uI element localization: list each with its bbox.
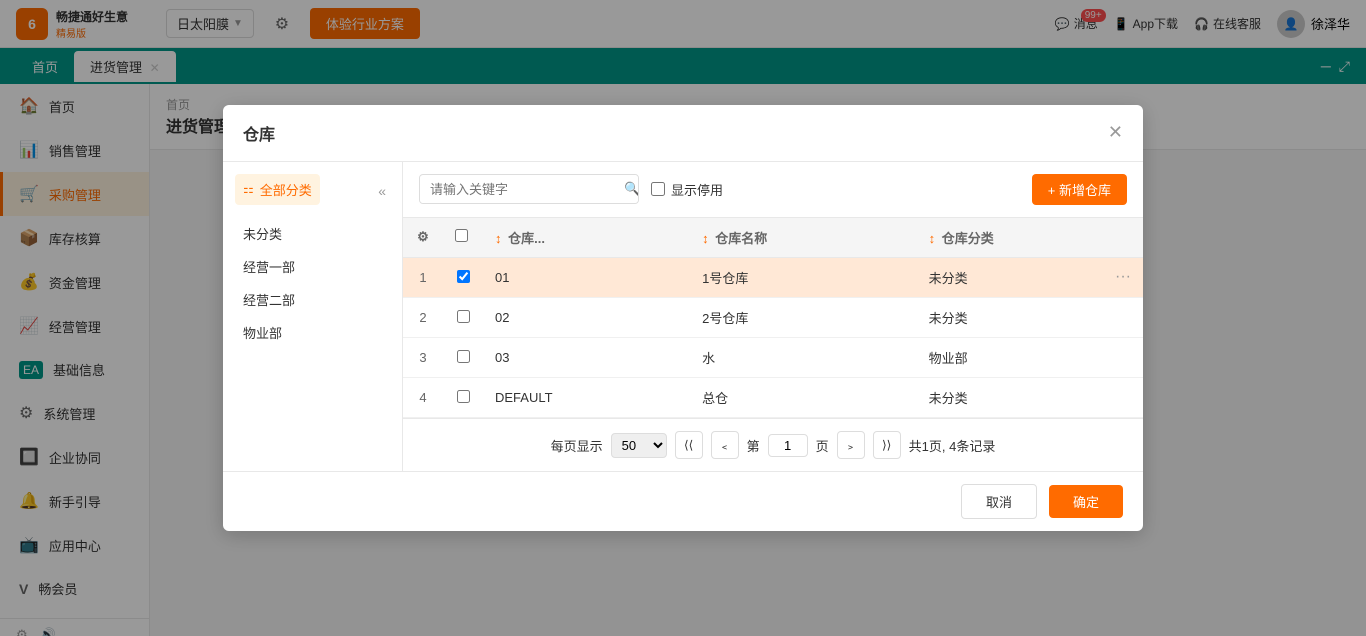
modal-footer: 取消 确定 bbox=[223, 471, 1143, 531]
show-disabled-checkbox[interactable] bbox=[651, 182, 665, 196]
row-checkbox-cell bbox=[443, 378, 483, 418]
row-checkbox-cell bbox=[443, 338, 483, 378]
per-page-select[interactable]: 50 20 100 bbox=[611, 433, 667, 458]
row-number: 3 bbox=[403, 338, 443, 378]
modal-category-sidebar: ⚏ 全部分类 « 未分类 经营一部 经营二部 物业部 bbox=[223, 162, 403, 472]
row-code: DEFAULT bbox=[483, 378, 690, 418]
row-more-button[interactable]: ··· bbox=[1115, 268, 1131, 286]
next-page-button[interactable]: ﹥ bbox=[837, 431, 865, 459]
modal-close-button[interactable]: ✕ bbox=[1108, 122, 1123, 143]
page-unit-label: 页 bbox=[816, 436, 829, 455]
table-row[interactable]: 4 DEFAULT 总仓 未分类 bbox=[403, 378, 1143, 418]
row-category: 未分类 bbox=[917, 378, 1143, 418]
page-label: 第 bbox=[747, 436, 760, 455]
collapse-sidebar-button[interactable]: « bbox=[374, 179, 390, 203]
modal-toolbar: 🔍 显示停用 + 新增仓库 bbox=[403, 162, 1143, 218]
category-item-ops1[interactable]: 经营一部 bbox=[235, 250, 390, 283]
table-settings-icon[interactable]: ⚙ bbox=[417, 229, 429, 244]
modal-main-content: 🔍 显示停用 + 新增仓库 bbox=[403, 162, 1143, 472]
select-all-checkbox[interactable] bbox=[455, 229, 468, 242]
last-page-button[interactable]: ⟩⟩ bbox=[873, 431, 901, 459]
row-checkbox-cell bbox=[443, 257, 483, 298]
table-row[interactable]: 2 02 2号仓库 未分类 bbox=[403, 298, 1143, 338]
per-page-label: 每页显示 bbox=[551, 436, 603, 455]
col-name: ↕ 仓库名称 bbox=[690, 218, 916, 258]
row-checkbox-cell bbox=[443, 298, 483, 338]
row-code: 03 bbox=[483, 338, 690, 378]
page-number-input[interactable] bbox=[768, 434, 808, 457]
show-disabled-option: 显示停用 bbox=[651, 180, 723, 199]
row-checkbox[interactable] bbox=[457, 270, 470, 283]
prev-page-button[interactable]: ﹤ bbox=[711, 431, 739, 459]
grid-icon: ⚏ bbox=[243, 182, 254, 196]
row-name: 1号仓库 bbox=[690, 257, 916, 298]
all-category-item[interactable]: ⚏ 全部分类 bbox=[235, 174, 320, 205]
modal-header: 仓库 ✕ bbox=[223, 105, 1143, 162]
search-icon[interactable]: 🔍 bbox=[616, 175, 639, 203]
row-checkbox[interactable] bbox=[457, 350, 470, 363]
first-page-button[interactable]: ⟨⟨ bbox=[675, 431, 703, 459]
row-number: 2 bbox=[403, 298, 443, 338]
col-category: ↕ 仓库分类 bbox=[917, 218, 1143, 258]
table-row[interactable]: 3 03 水 物业部 bbox=[403, 338, 1143, 378]
modal-body: ⚏ 全部分类 « 未分类 经营一部 经营二部 物业部 🔍 bbox=[223, 162, 1143, 472]
row-category: 未分类 ··· bbox=[917, 258, 1143, 298]
row-name: 水 bbox=[690, 338, 916, 378]
row-checkbox[interactable] bbox=[457, 310, 470, 323]
col-code: ↕ 仓库... bbox=[483, 218, 690, 258]
total-info-label: 共1页, 4条记录 bbox=[909, 436, 996, 455]
row-number: 4 bbox=[403, 378, 443, 418]
row-name: 2号仓库 bbox=[690, 298, 916, 338]
row-category: 未分类 bbox=[917, 298, 1143, 338]
row-number: 1 bbox=[403, 257, 443, 298]
warehouse-table: ⚙ ↕ 仓库... ↕ bbox=[403, 218, 1143, 419]
search-input[interactable] bbox=[420, 176, 616, 203]
pagination: 每页显示 50 20 100 ⟨⟨ ﹤ 第 页 ﹥ ⟩⟩ 共1页, 4条记录 bbox=[403, 418, 1143, 471]
category-item-ops2[interactable]: 经营二部 bbox=[235, 283, 390, 316]
cancel-button[interactable]: 取消 bbox=[961, 484, 1037, 519]
show-disabled-label: 显示停用 bbox=[671, 180, 723, 199]
toolbar-left: 🔍 显示停用 bbox=[419, 174, 723, 204]
confirm-button[interactable]: 确定 bbox=[1049, 485, 1123, 518]
row-checkbox[interactable] bbox=[457, 390, 470, 403]
col-settings: ⚙ bbox=[403, 218, 443, 258]
table-row[interactable]: 1 01 1号仓库 未分类 ··· bbox=[403, 257, 1143, 298]
table-header-row: ⚙ ↕ 仓库... ↕ bbox=[403, 218, 1143, 258]
new-warehouse-button[interactable]: + 新增仓库 bbox=[1032, 174, 1127, 205]
warehouse-modal: 仓库 ✕ ⚏ 全部分类 « 未分类 经营一部 经营二部 物业部 bbox=[223, 105, 1143, 532]
modal-title: 仓库 bbox=[243, 121, 275, 145]
all-category-label: 全部分类 bbox=[260, 180, 312, 199]
category-item-property[interactable]: 物业部 bbox=[235, 316, 390, 349]
col-checkbox bbox=[443, 218, 483, 258]
row-code: 01 bbox=[483, 257, 690, 298]
modal-overlay: 仓库 ✕ ⚏ 全部分类 « 未分类 经营一部 经营二部 物业部 bbox=[0, 0, 1366, 636]
row-category: 物业部 bbox=[917, 338, 1143, 378]
modal-sidebar-header: ⚏ 全部分类 « bbox=[235, 174, 390, 209]
search-box: 🔍 bbox=[419, 174, 639, 204]
category-item-unclassified[interactable]: 未分类 bbox=[235, 217, 390, 250]
row-name: 总仓 bbox=[690, 378, 916, 418]
row-code: 02 bbox=[483, 298, 690, 338]
